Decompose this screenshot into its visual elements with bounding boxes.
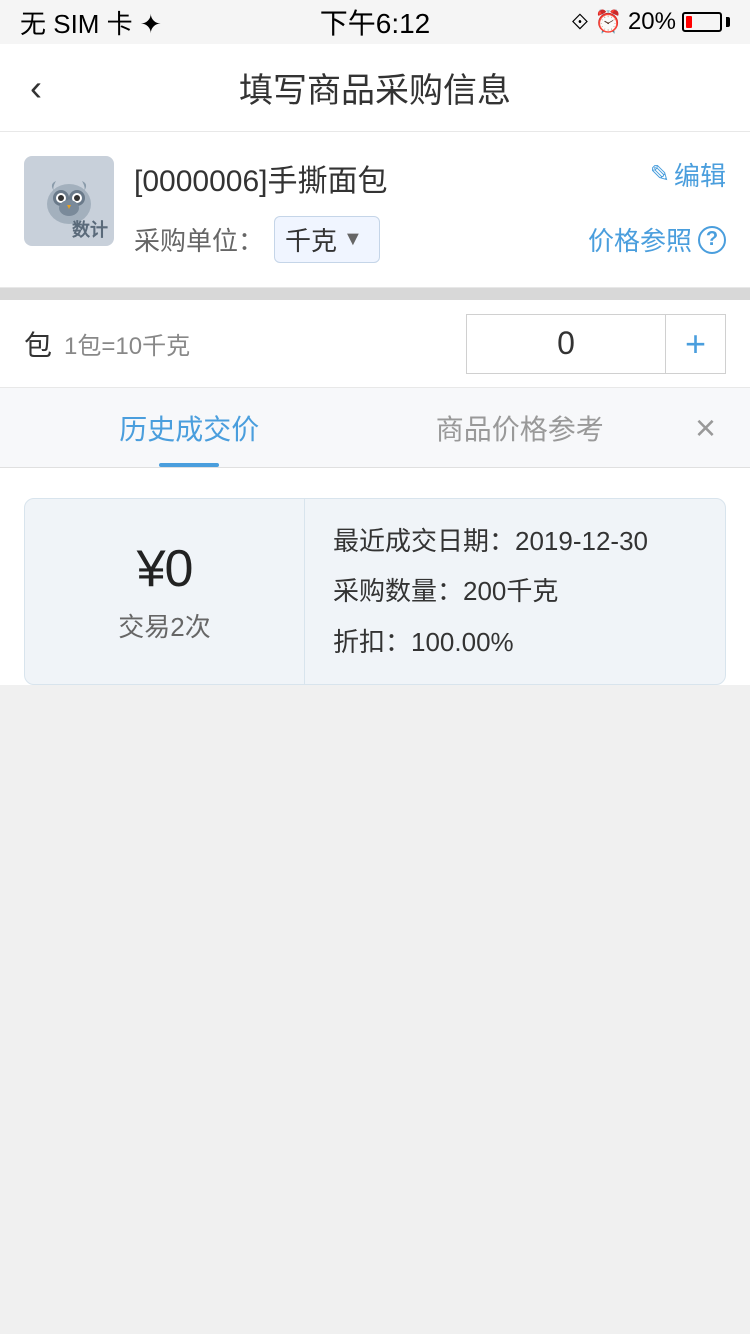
status-time: 下午6:12 — [320, 2, 431, 42]
quantity-label: 包 1包=10千克 — [24, 324, 190, 364]
quantity-input[interactable]: 0 — [466, 314, 666, 374]
product-image: 数计 — [24, 156, 114, 246]
page-title: 填写商品采购信息 — [239, 63, 511, 112]
purchase-qty-row: 采购数量：200千克 — [333, 573, 697, 609]
purchase-qty-label: 采购数量： — [333, 576, 463, 606]
tab-history-price[interactable]: 历史成交价 — [24, 388, 354, 467]
back-button[interactable]: ‹ — [20, 60, 52, 116]
quantity-value: 0 — [557, 325, 575, 362]
discount-value: 100.00% — [411, 627, 514, 657]
quantity-plus-button[interactable]: + — [666, 314, 726, 374]
status-signal: 无 SIM 卡 ✦ — [20, 4, 162, 41]
transaction-price-section: ¥0 交易2次 — [25, 499, 305, 684]
transaction-price-value: ¥0 — [137, 539, 193, 599]
alarm-icon: ⏰ — [595, 9, 622, 35]
battery-percent: 20% — [628, 8, 676, 36]
content-background — [0, 715, 750, 1315]
purchase-qty-value: 200千克 — [463, 576, 558, 606]
product-name: [0000006]手撕面包 — [134, 156, 387, 200]
product-unit-row: 采购单位： 千克 ▼ 价格参照 ? — [134, 216, 726, 263]
recent-date-label: 最近成交日期： — [333, 526, 515, 556]
dropdown-arrow-icon: ▼ — [343, 228, 363, 251]
transaction-details-section: 最近成交日期：2019-12-30 采购数量：200千克 折扣：100.00% — [305, 499, 725, 684]
tab-bar: 历史成交价 商品价格参考 × — [0, 388, 750, 468]
product-info: [0000006]手撕面包 ✎ 编辑 采购单位： 千克 ▼ 价格参照 ? — [134, 156, 726, 263]
quantity-controls: 0 + — [466, 314, 726, 374]
tab-active-indicator — [159, 463, 219, 467]
help-icon: ? — [698, 226, 726, 254]
status-right-group: ⟐ ⏰ 20% — [571, 8, 730, 36]
tab-close-button[interactable]: × — [685, 400, 726, 456]
quantity-unit: 包 — [24, 324, 52, 364]
discount-label: 折扣： — [333, 627, 411, 657]
edit-label: 编辑 — [674, 156, 726, 193]
price-ref-label: 价格参照 — [588, 221, 692, 258]
status-bar: 无 SIM 卡 ✦ 下午6:12 ⟐ ⏰ 20% — [0, 0, 750, 44]
unit-select[interactable]: 千克 ▼ — [274, 216, 380, 263]
battery-tip — [726, 17, 730, 27]
discount-row: 折扣：100.00% — [333, 624, 697, 660]
quantity-row: 包 1包=10千克 0 + — [0, 300, 750, 388]
bottom-panel: 历史成交价 商品价格参考 × ¥0 交易2次 最近成交日期：2019-12-30… — [0, 388, 750, 685]
battery-icon — [682, 12, 730, 32]
quantity-conversion: 1包=10千克 — [64, 326, 190, 361]
nav-bar: ‹ 填写商品采购信息 — [0, 44, 750, 132]
transaction-count: 交易2次 — [118, 607, 210, 644]
tab-product-price-label: 商品价格参考 — [436, 408, 604, 448]
tab-product-price-ref[interactable]: 商品价格参考 — [354, 388, 684, 467]
edit-icon: ✎ — [650, 160, 670, 189]
unit-label: 采购单位： — [134, 221, 264, 258]
battery-fill — [686, 16, 692, 28]
section-divider — [0, 288, 750, 300]
transaction-card: ¥0 交易2次 最近成交日期：2019-12-30 采购数量：200千克 折扣：… — [24, 498, 726, 685]
recent-date-row: 最近成交日期：2019-12-30 — [333, 523, 697, 559]
product-header: [0000006]手撕面包 ✎ 编辑 — [134, 156, 726, 200]
edit-button[interactable]: ✎ 编辑 — [650, 156, 726, 193]
tab-history-label: 历史成交价 — [119, 408, 259, 448]
unit-value: 千克 — [285, 221, 337, 258]
location-icon: ⟐ — [571, 9, 588, 35]
price-reference-button[interactable]: 价格参照 ? — [588, 221, 726, 258]
product-logo-text: 数计 — [72, 216, 108, 242]
product-card: 数计 [0000006]手撕面包 ✎ 编辑 采购单位： 千克 ▼ 价格参照 ? — [0, 132, 750, 288]
recent-date-value: 2019-12-30 — [515, 526, 648, 556]
